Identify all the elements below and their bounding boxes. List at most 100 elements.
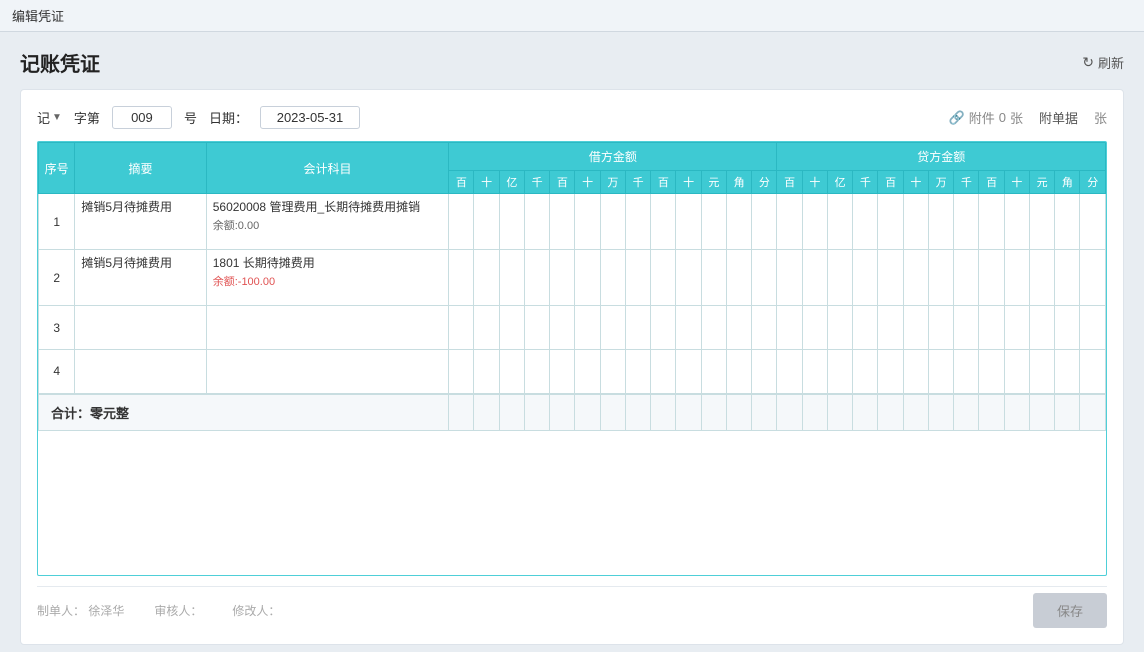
pages-field[interactable]: 张 — [1094, 108, 1107, 127]
debit-amount-r2-c10[interactable] — [676, 250, 701, 306]
credit-amount-r1-c4[interactable] — [853, 194, 878, 250]
debit-amount-r1-c9[interactable] — [651, 194, 676, 250]
summary-cell-1[interactable]: 摊销5月待摊费用 — [75, 194, 206, 250]
credit-amount-r4-c7[interactable] — [928, 350, 953, 394]
debit-amount-r2-c8[interactable] — [625, 250, 650, 306]
summary-cell-3[interactable] — [75, 306, 206, 350]
debit-amount-r3-c6[interactable] — [575, 306, 600, 350]
credit-amount-r3-c12[interactable] — [1055, 306, 1080, 350]
save-button[interactable]: 保存 — [1033, 593, 1107, 628]
table-row[interactable]: 2摊销5月待摊费用1801 长期待摊费用余额:-100.00 — [39, 250, 1106, 306]
credit-amount-r2-c12[interactable] — [1055, 250, 1080, 306]
credit-amount-r4-c9[interactable] — [979, 350, 1004, 394]
credit-amount-r2-c1[interactable] — [777, 250, 802, 306]
table-row[interactable]: 4 — [39, 350, 1106, 394]
credit-amount-r3-c13[interactable] — [1080, 306, 1106, 350]
debit-amount-r3-c4[interactable] — [524, 306, 549, 350]
debit-amount-r4-c13[interactable] — [752, 350, 777, 394]
debit-amount-r1-c3[interactable] — [499, 194, 524, 250]
debit-amount-r3-c5[interactable] — [550, 306, 575, 350]
debit-amount-r4-c7[interactable] — [600, 350, 625, 394]
credit-amount-r2-c5[interactable] — [878, 250, 903, 306]
debit-amount-r2-c3[interactable] — [499, 250, 524, 306]
credit-amount-r1-c7[interactable] — [928, 194, 953, 250]
debit-amount-r4-c3[interactable] — [499, 350, 524, 394]
debit-amount-r4-c1[interactable] — [449, 350, 474, 394]
summary-cell-4[interactable] — [75, 350, 206, 394]
debit-amount-r2-c2[interactable] — [474, 250, 499, 306]
debit-amount-r3-c1[interactable] — [449, 306, 474, 350]
credit-amount-r1-c13[interactable] — [1080, 194, 1106, 250]
debit-amount-r4-c10[interactable] — [676, 350, 701, 394]
credit-amount-r1-c5[interactable] — [878, 194, 903, 250]
credit-amount-r2-c9[interactable] — [979, 250, 1004, 306]
credit-amount-r3-c1[interactable] — [777, 306, 802, 350]
credit-amount-r2-c11[interactable] — [1029, 250, 1054, 306]
credit-amount-r1-c9[interactable] — [979, 194, 1004, 250]
credit-amount-r3-c4[interactable] — [853, 306, 878, 350]
table-row[interactable]: 3 — [39, 306, 1106, 350]
debit-amount-r1-c13[interactable] — [752, 194, 777, 250]
debit-amount-r2-c9[interactable] — [651, 250, 676, 306]
credit-amount-r2-c6[interactable] — [903, 250, 928, 306]
credit-amount-r4-c8[interactable] — [954, 350, 979, 394]
debit-amount-r1-c10[interactable] — [676, 194, 701, 250]
debit-amount-r1-c5[interactable] — [550, 194, 575, 250]
debit-amount-r1-c6[interactable] — [575, 194, 600, 250]
credit-amount-r4-c5[interactable] — [878, 350, 903, 394]
debit-amount-r1-c2[interactable] — [474, 194, 499, 250]
date-field[interactable]: 2023-05-31 — [260, 106, 360, 129]
debit-amount-r3-c10[interactable] — [676, 306, 701, 350]
credit-amount-r2-c4[interactable] — [853, 250, 878, 306]
credit-amount-r4-c11[interactable] — [1029, 350, 1054, 394]
account-cell-3[interactable] — [206, 306, 449, 350]
debit-amount-r1-c8[interactable] — [625, 194, 650, 250]
table-row[interactable]: 1摊销5月待摊费用56020008 管理费用_长期待摊费用摊销余额:0.00 — [39, 194, 1106, 250]
debit-amount-r3-c3[interactable] — [499, 306, 524, 350]
voucher-number-field[interactable]: 009 — [112, 106, 172, 129]
debit-amount-r4-c2[interactable] — [474, 350, 499, 394]
credit-amount-r4-c10[interactable] — [1004, 350, 1029, 394]
credit-amount-r1-c6[interactable] — [903, 194, 928, 250]
credit-amount-r2-c3[interactable] — [827, 250, 852, 306]
credit-amount-r3-c8[interactable] — [954, 306, 979, 350]
debit-amount-r4-c4[interactable] — [524, 350, 549, 394]
attachment-link[interactable]: 🔗 附件 0 张 — [949, 108, 1023, 127]
credit-amount-r1-c1[interactable] — [777, 194, 802, 250]
credit-amount-r3-c10[interactable] — [1004, 306, 1029, 350]
account-cell-1[interactable]: 56020008 管理费用_长期待摊费用摊销余额:0.00 — [206, 194, 449, 250]
debit-amount-r2-c6[interactable] — [575, 250, 600, 306]
credit-amount-r3-c9[interactable] — [979, 306, 1004, 350]
credit-amount-r2-c7[interactable] — [928, 250, 953, 306]
debit-amount-r2-c7[interactable] — [600, 250, 625, 306]
debit-amount-r4-c11[interactable] — [701, 350, 726, 394]
voucher-type-button[interactable]: 记 ▼ — [37, 108, 62, 127]
credit-amount-r3-c6[interactable] — [903, 306, 928, 350]
credit-amount-r3-c2[interactable] — [802, 306, 827, 350]
summary-cell-2[interactable]: 摊销5月待摊费用 — [75, 250, 206, 306]
credit-amount-r1-c10[interactable] — [1004, 194, 1029, 250]
debit-amount-r1-c7[interactable] — [600, 194, 625, 250]
refresh-button[interactable]: ↻ 刷新 — [1082, 53, 1124, 72]
account-cell-4[interactable] — [206, 350, 449, 394]
credit-amount-r1-c12[interactable] — [1055, 194, 1080, 250]
debit-amount-r2-c4[interactable] — [524, 250, 549, 306]
credit-amount-r3-c11[interactable] — [1029, 306, 1054, 350]
debit-amount-r2-c1[interactable] — [449, 250, 474, 306]
debit-amount-r3-c7[interactable] — [600, 306, 625, 350]
credit-amount-r3-c3[interactable] — [827, 306, 852, 350]
debit-amount-r3-c9[interactable] — [651, 306, 676, 350]
credit-amount-r2-c2[interactable] — [802, 250, 827, 306]
credit-amount-r4-c1[interactable] — [777, 350, 802, 394]
debit-amount-r4-c12[interactable] — [726, 350, 751, 394]
debit-amount-r2-c5[interactable] — [550, 250, 575, 306]
debit-amount-r3-c12[interactable] — [726, 306, 751, 350]
debit-amount-r2-c13[interactable] — [752, 250, 777, 306]
debit-amount-r3-c13[interactable] — [752, 306, 777, 350]
attach-doc-button[interactable]: 附单据 — [1039, 108, 1078, 127]
credit-amount-r2-c13[interactable] — [1080, 250, 1106, 306]
debit-amount-r4-c8[interactable] — [625, 350, 650, 394]
credit-amount-r1-c11[interactable] — [1029, 194, 1054, 250]
debit-amount-r1-c4[interactable] — [524, 194, 549, 250]
credit-amount-r4-c12[interactable] — [1055, 350, 1080, 394]
